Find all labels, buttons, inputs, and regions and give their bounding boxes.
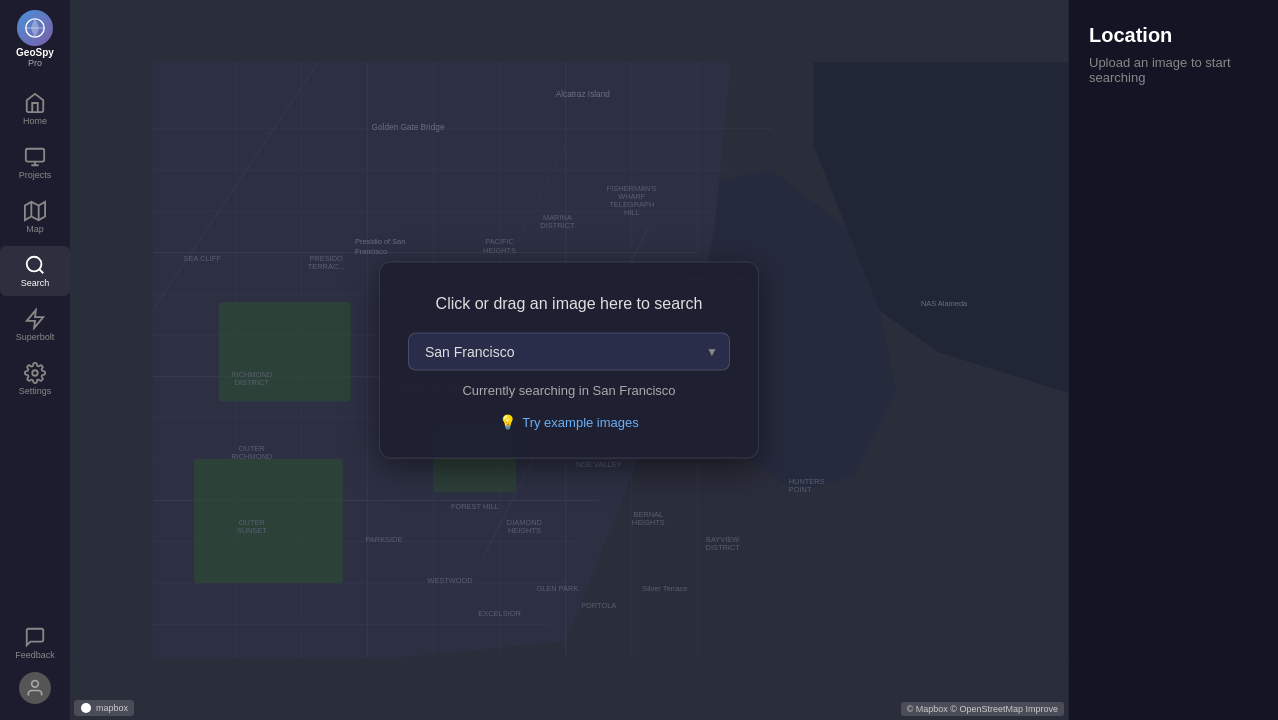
svg-text:WHARF: WHARF bbox=[618, 192, 646, 201]
home-icon bbox=[24, 92, 46, 114]
settings-icon bbox=[24, 362, 46, 384]
svg-point-79 bbox=[81, 703, 91, 713]
map-icon bbox=[24, 200, 46, 222]
home-label: Home bbox=[23, 116, 47, 126]
svg-text:SUNSET: SUNSET bbox=[237, 526, 268, 535]
svg-text:WESTWOOD: WESTWOOD bbox=[427, 576, 472, 585]
svg-line-6 bbox=[39, 269, 43, 273]
sidebar-item-superbolt[interactable]: Superbolt bbox=[0, 300, 70, 350]
location-select-wrapper: San Francisco New York Los Angeles Chica… bbox=[408, 333, 730, 371]
map-area[interactable]: RICHMOND DISTRICT OUTER RICHMOND OUTER S… bbox=[70, 0, 1068, 720]
svg-text:DISTRICT: DISTRICT bbox=[706, 543, 741, 552]
projects-icon bbox=[24, 146, 46, 168]
svg-text:PARKSIDE: PARKSIDE bbox=[365, 535, 402, 544]
search-label: Search bbox=[21, 278, 50, 288]
search-icon bbox=[24, 254, 46, 276]
search-modal: Click or drag an image here to search Sa… bbox=[379, 262, 759, 459]
map-background: RICHMOND DISTRICT OUTER RICHMOND OUTER S… bbox=[70, 0, 1068, 720]
svg-text:Presidio of San: Presidio of San bbox=[355, 237, 405, 246]
svg-marker-2 bbox=[25, 202, 45, 220]
svg-rect-36 bbox=[194, 459, 343, 583]
svg-text:GLEN PARK: GLEN PARK bbox=[536, 584, 578, 593]
osm-credit: © Mapbox © OpenStreetMap Improve bbox=[901, 702, 1064, 716]
svg-text:Silver Terrace: Silver Terrace bbox=[642, 584, 687, 593]
try-examples-label: Try example images bbox=[522, 414, 639, 429]
panel-title: Location bbox=[1089, 24, 1258, 47]
superbolt-label: Superbolt bbox=[16, 332, 55, 342]
svg-text:DISTRICT: DISTRICT bbox=[235, 378, 270, 387]
svg-text:TERRAC...: TERRAC... bbox=[308, 262, 345, 271]
settings-label: Settings bbox=[19, 386, 52, 396]
svg-marker-7 bbox=[27, 310, 44, 328]
sidebar-item-settings[interactable]: Settings bbox=[0, 354, 70, 404]
location-select[interactable]: San Francisco New York Los Angeles Chica… bbox=[408, 333, 730, 371]
projects-label: Projects bbox=[19, 170, 52, 180]
svg-text:EXCELSIOR: EXCELSIOR bbox=[478, 609, 521, 618]
svg-text:HEIGHTS: HEIGHTS bbox=[632, 518, 665, 527]
svg-text:DISTRICT: DISTRICT bbox=[540, 221, 575, 230]
search-status: Currently searching in San Francisco bbox=[408, 383, 730, 398]
map-label: Map bbox=[26, 224, 44, 234]
sidebar: GeoSpy Pro Home Projects M bbox=[0, 0, 70, 720]
app-name: GeoSpy bbox=[16, 48, 54, 58]
sidebar-item-home[interactable]: Home bbox=[0, 84, 70, 134]
superbolt-icon bbox=[24, 308, 46, 330]
sidebar-item-map[interactable]: Map bbox=[0, 192, 70, 242]
try-examples-link[interactable]: 💡 Try example images bbox=[408, 414, 730, 430]
sidebar-item-projects[interactable]: Projects bbox=[0, 138, 70, 188]
svg-text:Golden Gate Bridge: Golden Gate Bridge bbox=[372, 123, 445, 132]
app-subtitle: Pro bbox=[28, 58, 42, 68]
mapbox-credit: mapbox bbox=[74, 700, 134, 716]
sidebar-bottom: Feedback bbox=[0, 618, 70, 704]
svg-rect-1 bbox=[26, 149, 44, 162]
svg-text:Alcatraz Island: Alcatraz Island bbox=[556, 90, 611, 99]
user-avatar[interactable] bbox=[19, 672, 51, 704]
svg-text:PORTOLA: PORTOLA bbox=[581, 601, 616, 610]
svg-text:FOREST HILL: FOREST HILL bbox=[451, 502, 499, 511]
svg-text:HEIGHTS: HEIGHTS bbox=[483, 246, 516, 255]
svg-text:HEIGHTS: HEIGHTS bbox=[508, 526, 541, 535]
svg-point-5 bbox=[27, 257, 42, 272]
svg-text:Francisco: Francisco bbox=[355, 247, 387, 256]
feedback-label: Feedback bbox=[15, 650, 55, 660]
sidebar-item-search[interactable]: Search bbox=[0, 246, 70, 296]
svg-text:HILL: HILL bbox=[624, 208, 640, 217]
app-logo[interactable]: GeoSpy Pro bbox=[16, 10, 54, 68]
feedback-icon bbox=[24, 626, 46, 648]
svg-text:RICHMOND: RICHMOND bbox=[231, 452, 272, 461]
svg-text:NOE VALLEY: NOE VALLEY bbox=[576, 460, 622, 469]
svg-text:NAS Alameda: NAS Alameda bbox=[921, 299, 968, 308]
right-panel: Location Upload an image to start search… bbox=[1068, 0, 1278, 720]
mapbox-logo bbox=[80, 702, 92, 714]
bulb-icon: 💡 bbox=[499, 414, 516, 430]
upload-prompt: Click or drag an image here to search bbox=[408, 295, 730, 313]
sidebar-nav: Home Projects Map Search bbox=[0, 84, 70, 618]
mapbox-text: mapbox bbox=[96, 703, 128, 713]
svg-point-9 bbox=[32, 681, 39, 688]
sidebar-item-feedback[interactable]: Feedback bbox=[0, 618, 70, 668]
logo-icon bbox=[17, 10, 53, 46]
svg-text:SEA CLIFF: SEA CLIFF bbox=[184, 254, 222, 263]
svg-point-8 bbox=[32, 370, 38, 376]
user-icon bbox=[25, 678, 45, 698]
panel-subtitle: Upload an image to start searching bbox=[1089, 55, 1258, 85]
svg-text:POINT: POINT bbox=[789, 485, 812, 494]
